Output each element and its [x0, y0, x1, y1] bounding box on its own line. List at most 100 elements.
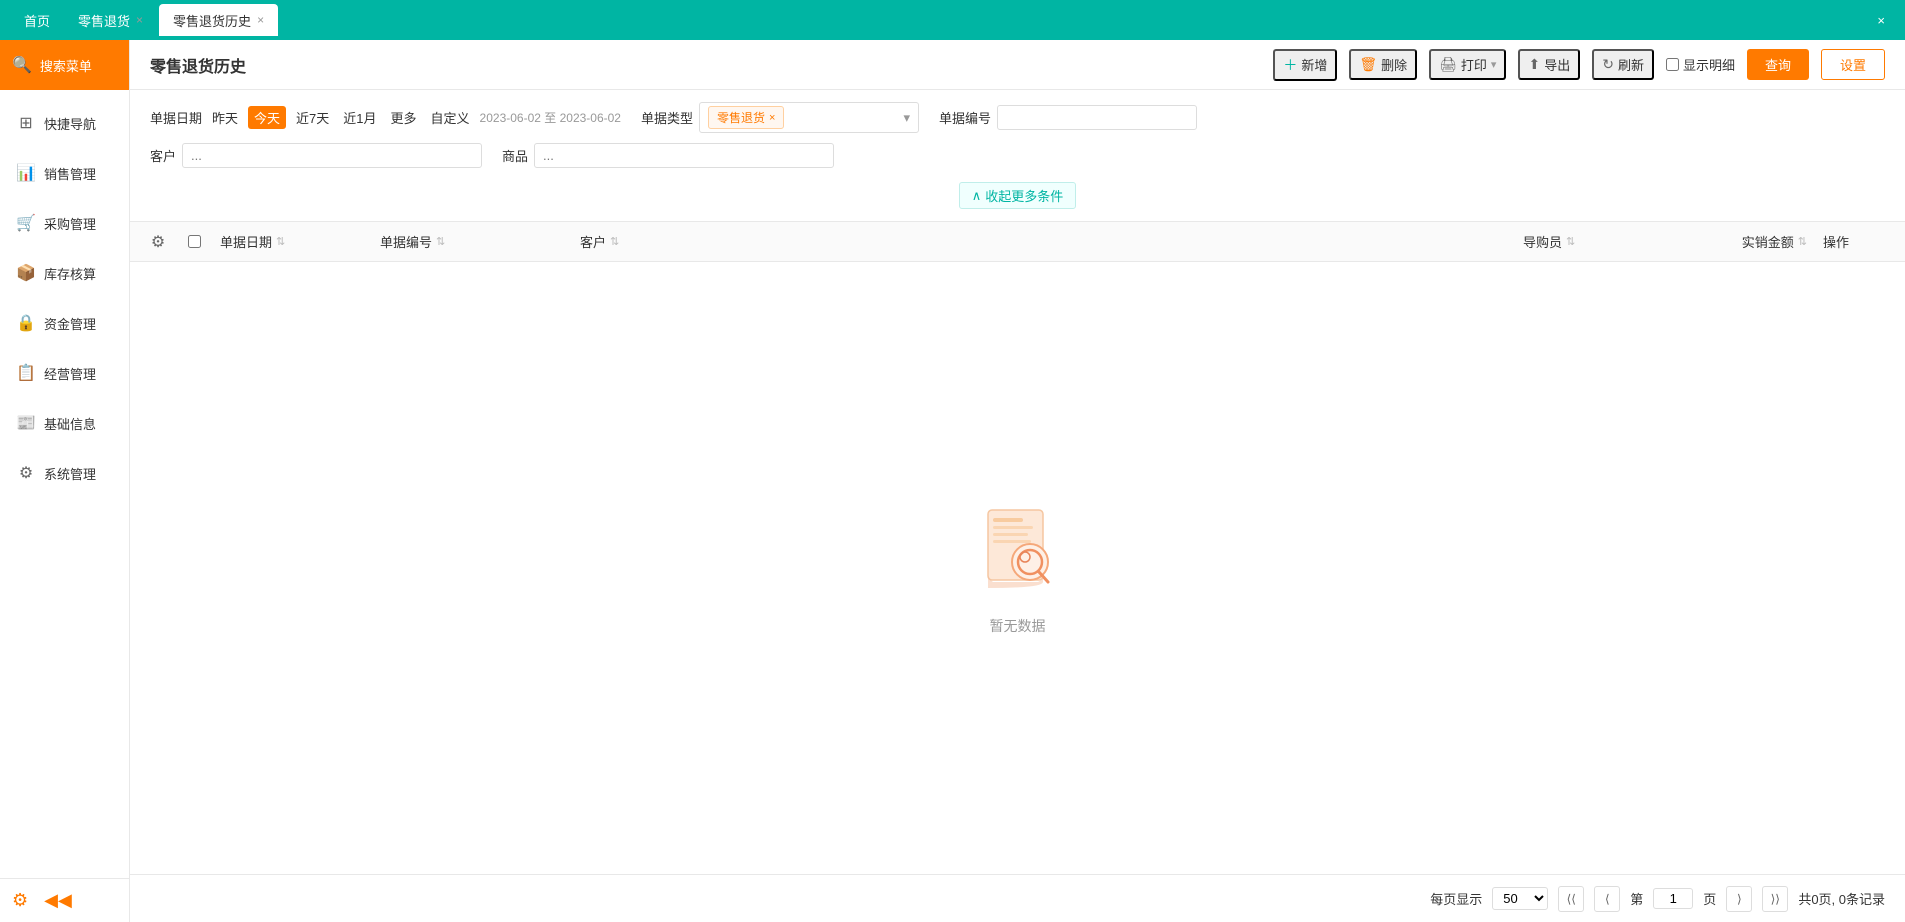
basic-info-icon: 📰 [16, 413, 36, 433]
pagination: 每页显示 50 20 100 200 ⟨⟨ ⟨ 第 页 ⟩ ⟩⟩ 共0页, 0条… [130, 874, 1905, 922]
tab-retail-return-history-close[interactable]: × [257, 13, 264, 27]
collapse-btn[interactable]: ∧ 收起更多条件 [959, 182, 1077, 209]
col-action-label: 操作 [1823, 232, 1849, 251]
col-doc-no-label: 单据编号 [380, 232, 432, 251]
table-header: ⚙ 单据日期 ⇅ 单据编号 ⇅ 客户 ⇅ 导购员 ⇅ [130, 222, 1905, 262]
page-size-label: 每页显示 [1430, 889, 1482, 908]
purchase-mgmt-icon: 🛒 [16, 213, 36, 233]
show-detail-checkbox[interactable]: 显示明细 [1666, 55, 1735, 74]
collapse-label: 收起更多条件 [985, 186, 1063, 205]
last-page-btn[interactable]: ⟩⟩ [1762, 886, 1788, 912]
col-customer-sort: ⇅ [610, 235, 619, 248]
sidebar-item-sys-mgmt[interactable]: ⚙ 系统管理 [0, 448, 129, 498]
content-area: 零售退货历史 ＋ 新增 🗑 删除 🖨 打印 ▾ ⬆ 导出 [130, 40, 1905, 922]
doc-type-value: 零售退货 [717, 109, 765, 126]
add-label: 新增 [1301, 55, 1327, 74]
show-detail-input[interactable] [1666, 58, 1679, 71]
volume-icon[interactable]: ◀◀ [44, 890, 72, 911]
col-header-amount[interactable]: 实销金额 ⇅ [1675, 232, 1815, 251]
customer-input[interactable] [182, 143, 482, 168]
select-all-checkbox[interactable] [188, 235, 201, 248]
empty-state: 暂无数据 [130, 262, 1905, 874]
date-opt-custom[interactable]: 自定义 [427, 106, 474, 129]
date-opt-7days[interactable]: 近7天 [292, 106, 333, 129]
table-select-all[interactable] [176, 235, 212, 248]
sidebar-item-purchase-mgmt[interactable]: 🛒 采购管理 [0, 198, 129, 248]
col-header-action: 操作 [1815, 232, 1895, 251]
tab-retail-return-label: 零售退货 [78, 11, 130, 30]
date-options: 昨天 今天 近7天 近1月 更多 自定义 [208, 106, 474, 129]
date-opt-1month[interactable]: 近1月 [339, 106, 380, 129]
tab-home[interactable]: 首页 [10, 4, 64, 36]
query-button[interactable]: 查询 [1747, 49, 1809, 80]
empty-text: 暂无数据 [990, 616, 1046, 636]
window-close-btn[interactable]: × [1867, 13, 1895, 28]
page-title: 零售退货历史 [150, 53, 1273, 77]
col-header-doc-date[interactable]: 单据日期 ⇅ [212, 232, 372, 251]
tab-retail-return[interactable]: 零售退货 × [64, 4, 157, 36]
collapse-row: ∧ 收起更多条件 [150, 178, 1885, 209]
doc-type-tag[interactable]: 零售退货 × [708, 106, 784, 129]
page-label: 第 [1630, 889, 1643, 908]
delete-button[interactable]: 🗑 删除 [1349, 49, 1417, 80]
export-label: 导出 [1544, 55, 1570, 74]
col-guide-sort: ⇅ [1566, 235, 1575, 248]
page-size-select[interactable]: 50 20 100 200 [1492, 887, 1548, 910]
date-opt-yesterday[interactable]: 昨天 [208, 106, 242, 129]
sidebar-item-basic-info[interactable]: 📰 基础信息 [0, 398, 129, 448]
tab-retail-return-close[interactable]: × [136, 13, 143, 27]
sidebar-item-sales-mgmt[interactable]: 📊 销售管理 [0, 148, 129, 198]
col-header-guide[interactable]: 导购员 ⇅ [1515, 232, 1675, 251]
print-button[interactable]: 🖨 打印 ▾ [1429, 49, 1506, 80]
main-layout: 🔍 搜索菜单 ⊞ 快捷导航 📊 销售管理 🛒 采购管理 📦 库存核算 🔒 [0, 40, 1905, 922]
goods-input[interactable] [534, 143, 834, 168]
col-header-customer[interactable]: 客户 ⇅ [572, 232, 1515, 251]
filter-customer: 客户 [150, 143, 482, 168]
sidebar-search-btn[interactable]: 🔍 搜索菜单 [0, 40, 129, 90]
col-header-doc-no[interactable]: 单据编号 ⇅ [372, 232, 572, 251]
export-icon: ⬆ [1528, 56, 1540, 73]
sidebar-item-finance[interactable]: 🔒 资金管理 [0, 298, 129, 348]
delete-label: 删除 [1381, 55, 1407, 74]
col-amount-label: 实销金额 [1742, 232, 1794, 251]
finance-icon: 🔒 [16, 313, 36, 333]
sidebar-item-finance-label: 资金管理 [44, 314, 96, 333]
sidebar-item-quick-nav-label: 快捷导航 [44, 114, 96, 133]
current-page-input[interactable] [1653, 888, 1693, 909]
sidebar-item-quick-nav[interactable]: ⊞ 快捷导航 [0, 98, 129, 148]
refresh-button[interactable]: ↻ 刷新 [1592, 49, 1654, 80]
empty-illustration [968, 500, 1068, 600]
add-icon: ＋ [1283, 55, 1297, 75]
prev-page-btn[interactable]: ⟨ [1594, 886, 1620, 912]
tab-retail-return-history-label: 零售退货历史 [173, 11, 251, 30]
filter-date: 单据日期 昨天 今天 近7天 近1月 更多 自定义 2023-06-02 至 2… [150, 106, 621, 129]
doc-type-remove[interactable]: × [769, 112, 775, 124]
tab-retail-return-history[interactable]: 零售退货历史 × [159, 4, 278, 36]
sidebar-item-sys-mgmt-label: 系统管理 [44, 464, 96, 483]
goods-label: 商品 [502, 146, 528, 165]
date-opt-more[interactable]: 更多 [387, 106, 421, 129]
next-page-btn[interactable]: ⟩ [1726, 886, 1752, 912]
col-amount-sort: ⇅ [1798, 235, 1807, 248]
top-tab-bar: 首页 零售退货 × 零售退货历史 × × [0, 0, 1905, 40]
add-button[interactable]: ＋ 新增 [1273, 49, 1337, 81]
sidebar-item-operations[interactable]: 📋 经营管理 [0, 348, 129, 398]
page-unit: 页 [1703, 889, 1716, 908]
table-settings-btn[interactable]: ⚙ [140, 232, 176, 252]
doc-no-input[interactable] [997, 105, 1197, 130]
col-doc-date-label: 单据日期 [220, 232, 272, 251]
export-button[interactable]: ⬆ 导出 [1518, 49, 1580, 80]
col-guide-label: 导购员 [1523, 232, 1562, 251]
setting-button[interactable]: 设置 [1821, 49, 1885, 80]
delete-icon: 🗑 [1359, 56, 1377, 73]
operations-icon: 📋 [16, 363, 36, 383]
first-page-btn[interactable]: ⟨⟨ [1558, 886, 1584, 912]
doc-type-chevron: ▾ [903, 110, 910, 126]
col-doc-date-sort: ⇅ [276, 235, 285, 248]
filter-row-1: 单据日期 昨天 今天 近7天 近1月 更多 自定义 2023-06-02 至 2… [150, 102, 1885, 133]
sidebar-menu: ⊞ 快捷导航 📊 销售管理 🛒 采购管理 📦 库存核算 🔒 资金管理 📋 [0, 90, 129, 878]
settings-icon[interactable]: ⚙ [12, 890, 28, 911]
doc-type-selector[interactable]: 零售退货 × ▾ [699, 102, 919, 133]
sidebar-item-inventory[interactable]: 📦 库存核算 [0, 248, 129, 298]
date-opt-today[interactable]: 今天 [248, 106, 286, 129]
